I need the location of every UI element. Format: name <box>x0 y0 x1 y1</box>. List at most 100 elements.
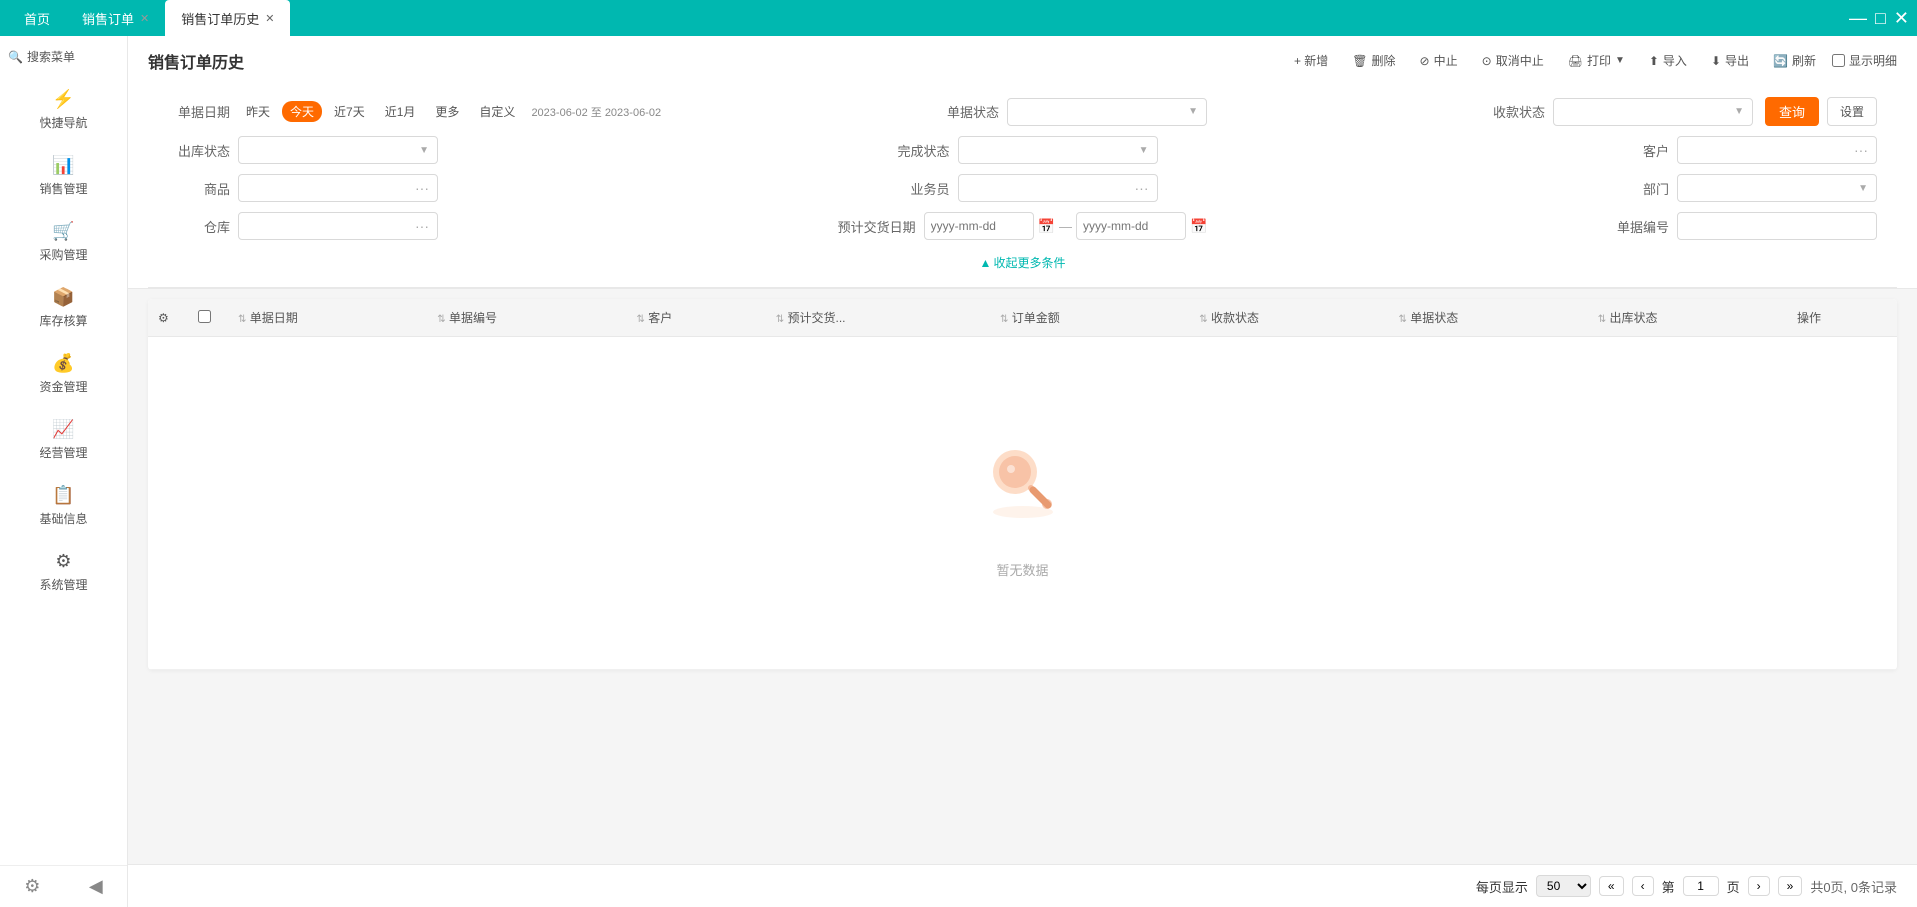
close-sales-order-tab[interactable]: ✕ <box>140 12 149 25</box>
sidebar-item-quick-nav[interactable]: ⚡ 快捷导航 <box>0 77 127 143</box>
last-page-btn[interactable]: » <box>1778 876 1803 896</box>
calendar-end-icon[interactable]: 📅 <box>1190 218 1207 235</box>
data-table: ⚙ ⇅ 单据日期 ⇅ 单据编号 ⇅ 客户 <box>148 299 1897 670</box>
warehouse-select[interactable]: ··· <box>238 212 438 240</box>
tab-sales-order[interactable]: 销售订单 ✕ <box>66 0 165 36</box>
calendar-start-icon[interactable]: 📅 <box>1038 218 1055 235</box>
empty-text: 暂无数据 <box>996 560 1048 579</box>
delivery-date-start-input[interactable] <box>924 212 1034 240</box>
date-tag-today[interactable]: 今天 <box>282 101 322 122</box>
status-arrow-icon: ▼ <box>1188 106 1198 117</box>
empty-state-row: 暂无数据 <box>148 337 1897 670</box>
sidebar-label-operations: 经营管理 <box>39 444 87 461</box>
page-number-input[interactable] <box>1683 876 1719 896</box>
date-tag-custom[interactable]: 自定义 <box>471 101 523 122</box>
order-no-input[interactable] <box>1677 212 1877 240</box>
close-btn[interactable]: ✕ <box>1894 8 1909 29</box>
first-page-btn[interactable]: « <box>1599 876 1624 896</box>
query-button[interactable]: 查询 <box>1765 97 1819 126</box>
sort-payment-icon[interactable]: ⇅ <box>1199 314 1207 325</box>
sort-order-status-icon[interactable]: ⇅ <box>1399 314 1407 325</box>
department-arrow-icon: ▼ <box>1858 183 1868 194</box>
th-payment-status: ⇅ 收款状态 <box>1189 299 1388 337</box>
warehouse-dots-icon[interactable]: ··· <box>415 218 429 234</box>
sidebar-search[interactable]: 🔍 搜索菜单 <box>0 36 127 77</box>
total-info: 共0页, 0条记录 <box>1810 877 1897 896</box>
sidebar-item-purchase-mgmt[interactable]: 🛒 采购管理 <box>0 209 127 275</box>
cancel-stop-icon: ⊙ <box>1482 54 1492 68</box>
sort-date-icon[interactable]: ⇅ <box>238 314 246 325</box>
stop-icon: ⊘ <box>1420 54 1430 68</box>
import-button[interactable]: ⬆ 导入 <box>1641 48 1695 73</box>
date-tag-7days[interactable]: 近7天 <box>326 101 373 122</box>
empty-state-cell: 暂无数据 <box>148 337 1897 670</box>
th-checkbox[interactable] <box>188 299 228 337</box>
customer-dots-icon[interactable]: ··· <box>1854 142 1868 158</box>
date-tag-more[interactable]: 更多 <box>427 101 467 122</box>
sidebar-settings-icon[interactable]: ⚙ <box>24 876 40 897</box>
export-button[interactable]: ⬇ 导出 <box>1703 48 1757 73</box>
sort-amount-icon[interactable]: ⇅ <box>1000 314 1008 325</box>
tab-home[interactable]: 首页 <box>8 9 66 28</box>
quick-nav-icon: ⚡ <box>52 89 74 110</box>
status-select[interactable]: ▼ <box>1007 98 1207 126</box>
salesperson-dots-icon[interactable]: ··· <box>1135 180 1149 196</box>
sort-outbound-icon[interactable]: ⇅ <box>1598 314 1606 325</box>
page-label: 第 <box>1662 877 1675 896</box>
display-detail-checkbox[interactable] <box>1832 54 1845 67</box>
refresh-button[interactable]: 🔄 刷新 <box>1765 48 1824 73</box>
minimize-btn[interactable]: — <box>1849 8 1867 29</box>
product-label: 商品 <box>168 179 238 198</box>
sidebar: 🔍 搜索菜单 ⚡ 快捷导航 📊 销售管理 🛒 采购管理 📦 库存核算 💰 资金管… <box>0 36 128 907</box>
tab-sales-order-history-label: 销售订单历史 <box>181 9 259 28</box>
delivery-date-end-input[interactable] <box>1076 212 1186 240</box>
sort-customer-icon[interactable]: ⇅ <box>637 314 645 325</box>
settings-button[interactable]: 设置 <box>1827 97 1877 126</box>
sort-order-no-icon[interactable]: ⇅ <box>437 314 445 325</box>
empty-illustration <box>973 427 1073 527</box>
outbound-label: 出库状态 <box>168 141 238 160</box>
product-select[interactable]: ··· <box>238 174 438 202</box>
outbound-select[interactable]: ▼ <box>238 136 438 164</box>
print-button[interactable]: 🖨 打印 ▼ <box>1560 48 1633 73</box>
payment-label: 收款状态 <box>1483 102 1553 121</box>
per-page-select[interactable]: 50 20 100 <box>1536 875 1591 897</box>
th-order-no: ⇅ 单据编号 <box>427 299 626 337</box>
sidebar-search-label: 搜索菜单 <box>27 48 75 65</box>
select-all-checkbox[interactable] <box>198 310 211 323</box>
product-dots-icon[interactable]: ··· <box>415 180 429 196</box>
sort-delivery-icon[interactable]: ⇅ <box>776 314 784 325</box>
close-sales-order-history-tab[interactable]: ✕ <box>265 12 274 25</box>
sidebar-item-basic-info[interactable]: 📋 基础信息 <box>0 473 127 539</box>
delete-button[interactable]: 🗑 删除 <box>1344 48 1403 73</box>
sidebar-collapse-icon[interactable]: ◀ <box>89 876 103 897</box>
complete-arrow-icon: ▼ <box>1139 145 1149 156</box>
payment-arrow-icon: ▼ <box>1734 106 1744 117</box>
date-tag-1month[interactable]: 近1月 <box>377 101 424 122</box>
sidebar-item-sales-mgmt[interactable]: 📊 销售管理 <box>0 143 127 209</box>
sidebar-item-finance[interactable]: 💰 资金管理 <box>0 341 127 407</box>
complete-select[interactable]: ▼ <box>958 136 1158 164</box>
sidebar-item-system-mgmt[interactable]: ⚙ 系统管理 <box>0 539 127 605</box>
sidebar-label-basic-info: 基础信息 <box>39 510 87 527</box>
department-select[interactable]: ▼ <box>1677 174 1877 202</box>
cancel-stop-button[interactable]: ⊙ 取消中止 <box>1474 48 1552 73</box>
new-button[interactable]: + 新增 <box>1286 48 1336 73</box>
window-controls: — □ ✕ <box>1849 8 1909 29</box>
next-page-btn[interactable]: › <box>1748 876 1770 896</box>
maximize-btn[interactable]: □ <box>1875 8 1886 29</box>
date-label: 单据日期 <box>168 102 238 121</box>
date-tag-yesterday[interactable]: 昨天 <box>238 101 278 122</box>
payment-select[interactable]: ▼ <box>1553 98 1753 126</box>
display-detail-toggle[interactable]: 显示明细 <box>1832 52 1897 69</box>
stop-button[interactable]: ⊘ 中止 <box>1412 48 1466 73</box>
sidebar-item-inventory[interactable]: 📦 库存核算 <box>0 275 127 341</box>
salesperson-select[interactable]: ··· <box>958 174 1158 202</box>
th-gear[interactable]: ⚙ <box>148 299 188 337</box>
customer-select[interactable]: ··· <box>1677 136 1877 164</box>
collapse-filter-link[interactable]: ▲ 收起更多条件 <box>168 250 1877 275</box>
filter-row-4: 仓库 ··· 预计交货日期 📅 — 📅 单据编号 <box>168 212 1877 240</box>
sidebar-item-operations[interactable]: 📈 经营管理 <box>0 407 127 473</box>
prev-page-btn[interactable]: ‹ <box>1632 876 1654 896</box>
tab-sales-order-history[interactable]: 销售订单历史 ✕ <box>165 0 290 36</box>
